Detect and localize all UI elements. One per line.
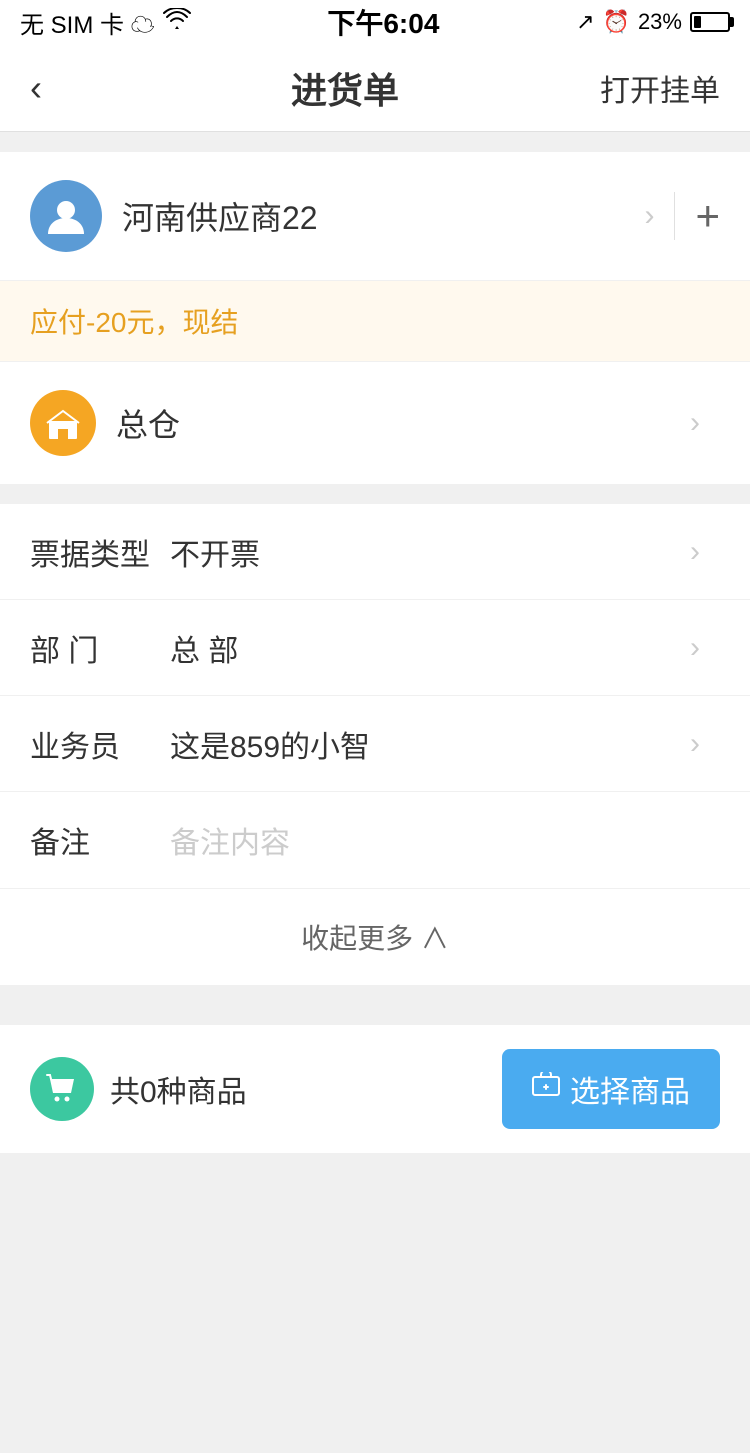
select-product-btn-label: 选择商品 bbox=[570, 1067, 690, 1111]
status-time: 下午6:04 bbox=[327, 2, 439, 42]
wifi-icon bbox=[163, 8, 191, 37]
warehouse-icon bbox=[30, 390, 96, 456]
cart-icon bbox=[30, 1057, 94, 1121]
salesperson-label: 业务员 bbox=[30, 722, 150, 766]
add-supplier-icon[interactable]: + bbox=[674, 192, 720, 240]
battery-icon bbox=[690, 12, 730, 32]
battery-percent: 23% bbox=[638, 9, 682, 35]
nav-bar: ‹ 进货单 打开挂单 bbox=[0, 44, 750, 132]
gap-2 bbox=[0, 985, 750, 1005]
status-bar: 无 SIM 卡 ☁ 下午6:04 ↗ ⏰ 23% bbox=[0, 0, 750, 44]
salesperson-value: 这是859的小智 bbox=[150, 722, 690, 766]
invoice-type-chevron-icon: › bbox=[690, 535, 700, 569]
supplier-avatar bbox=[30, 180, 102, 252]
salesperson-row[interactable]: 业务员 这是859的小智 › bbox=[0, 696, 750, 792]
page-title: 进货单 bbox=[291, 62, 399, 114]
invoice-type-value: 不开票 bbox=[150, 530, 690, 574]
bottom-fill bbox=[0, 1153, 750, 1453]
product-bar: 共0种商品 选择商品 bbox=[0, 1025, 750, 1153]
warehouse-name: 总仓 bbox=[116, 400, 690, 446]
supplier-row[interactable]: 河南供应商22 › + bbox=[0, 152, 750, 281]
supplier-name: 河南供应商22 bbox=[122, 193, 644, 239]
invoice-type-label: 票据类型 bbox=[30, 530, 150, 574]
remark-row[interactable]: 备注 备注内容 bbox=[0, 792, 750, 888]
invoice-type-row[interactable]: 票据类型 不开票 › bbox=[0, 504, 750, 600]
supplier-section: 河南供应商22 › + 应付-20元，现结 bbox=[0, 152, 750, 361]
form-section: 票据类型 不开票 › 部 门 总 部 › 业务员 这是859的小智 › 备注 备… bbox=[0, 504, 750, 888]
location-icon: ↗ bbox=[576, 9, 594, 35]
sim-status: 无 SIM 卡 ☁ bbox=[20, 5, 155, 40]
open-pending-button[interactable]: 打开挂单 bbox=[600, 66, 720, 110]
status-left: 无 SIM 卡 ☁ bbox=[20, 5, 191, 40]
department-row[interactable]: 部 门 总 部 › bbox=[0, 600, 750, 696]
gap-1 bbox=[0, 132, 750, 152]
alarm-icon: ⏰ bbox=[603, 9, 630, 35]
notice-banner: 应付-20元，现结 bbox=[0, 281, 750, 361]
select-product-button[interactable]: 选择商品 bbox=[502, 1049, 720, 1129]
remark-label: 备注 bbox=[30, 818, 150, 862]
product-count-label: 共0种商品 bbox=[110, 1067, 502, 1111]
salesperson-chevron-icon: › bbox=[690, 727, 700, 761]
status-right: ↗ ⏰ 23% bbox=[576, 9, 730, 35]
department-chevron-icon: › bbox=[690, 631, 700, 665]
remark-input[interactable]: 备注内容 bbox=[150, 818, 720, 862]
warehouse-row[interactable]: 总仓 › bbox=[0, 361, 750, 484]
collapse-button[interactable]: 收起更多 ∧ bbox=[0, 888, 750, 985]
department-label: 部 门 bbox=[30, 626, 150, 670]
department-value: 总 部 bbox=[150, 626, 690, 670]
supplier-chevron-icon: › bbox=[644, 199, 654, 233]
warehouse-chevron-icon: › bbox=[690, 406, 700, 440]
back-button[interactable]: ‹ bbox=[30, 67, 90, 109]
select-product-btn-icon bbox=[532, 1072, 560, 1106]
